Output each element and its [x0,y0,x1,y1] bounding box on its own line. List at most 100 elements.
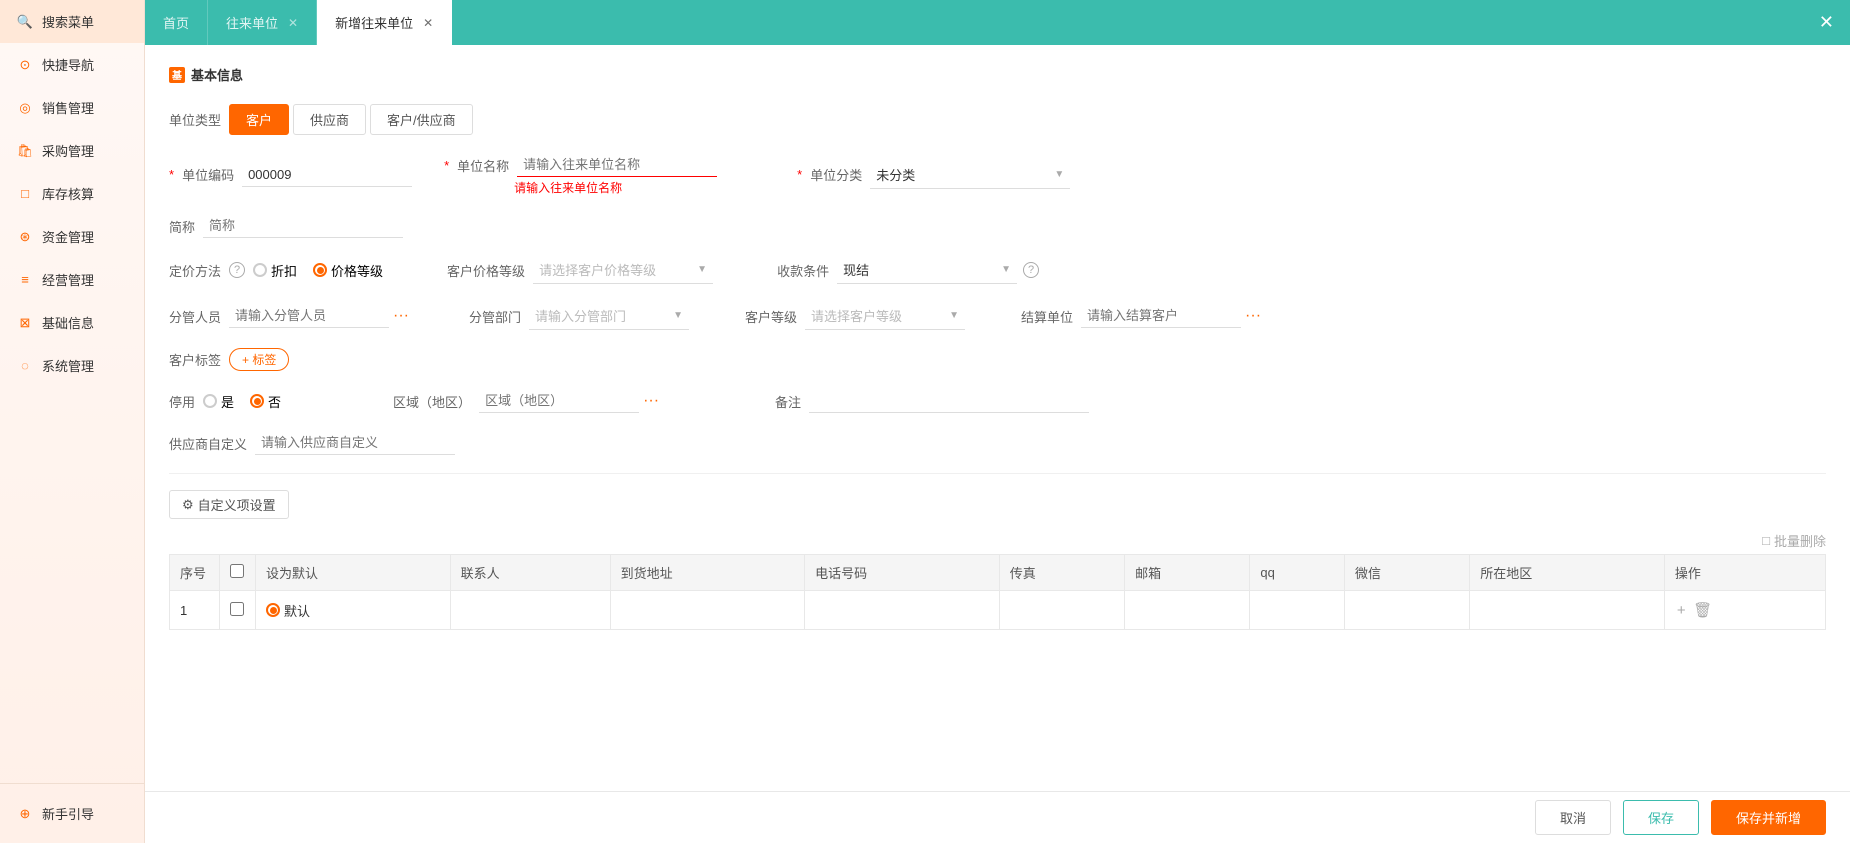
radio-disable-yes-outer [203,394,217,408]
tab-new-trade-unit-label: 新增往来单位 [335,13,413,32]
sidebar-item-quick-nav[interactable]: ⊙ 快捷导航 [0,43,144,86]
unit-cat-required: * [797,167,802,182]
manager-dots-btn[interactable]: ··· [389,307,413,325]
row-fax [999,591,1124,630]
row-add-btn[interactable]: + [1675,600,1688,621]
tags-field: 客户标签 + 标签 [169,348,289,371]
row-default-radio[interactable]: 默认 [266,601,440,620]
sidebar-item-search[interactable]: 🔍 搜索菜单 [0,0,144,43]
radio-grade[interactable]: 价格等级 [313,261,383,280]
pricing-method-tooltip-icon[interactable]: ? [229,262,245,278]
tab-home-label: 首页 [163,13,189,32]
sidebar-item-quicknav-label: 快捷导航 [42,55,94,74]
type-btn-both[interactable]: 客户/供应商 [370,104,473,135]
unit-name-input[interactable] [517,153,717,177]
unit-category-field: * 单位分类 未分类 ▼ [797,161,1070,189]
unit-code-input[interactable] [242,163,412,187]
sidebar-item-purchase[interactable]: 🛍 采购管理 [0,129,144,172]
remark-field: 备注 [775,389,1089,413]
custom-settings-btn[interactable]: ⚙ 自定义项设置 [169,490,289,519]
unit-type-label: 单位类型 [169,110,221,129]
tab-trade-units-label: 往来单位 [226,13,278,32]
sidebar-item-sys[interactable]: ◌ 系统管理 [0,344,144,387]
customer-level-field: 客户等级 请选择客户等级 ▼ [745,302,965,330]
th-contact: 联系人 [450,555,610,591]
manager-input[interactable] [229,304,389,328]
th-checkbox [220,555,256,591]
sidebar-item-basic[interactable]: ⊠ 基础信息 [0,301,144,344]
unit-category-select[interactable]: 未分类 ▼ [870,161,1070,189]
radio-disable-no-label: 否 [268,392,281,411]
radio-disable-no[interactable]: 否 [250,392,281,411]
remark-input[interactable] [809,389,1089,413]
unit-code-name-row: * 单位编码 * 单位名称 请输入往来单位名称 * 单位分类 未分类 ▼ [169,153,1826,196]
tabbar-close-all-btn[interactable]: ✕ [1803,0,1850,45]
row-checkbox-cell [220,591,256,630]
row-checkbox[interactable] [230,602,244,616]
customer-price-field: 客户价格等级 请选择客户价格等级 ▼ [447,256,713,284]
row-default-label: 默认 [284,601,310,620]
tab-trade-units[interactable]: 往来单位 ✕ [208,0,317,45]
type-btn-supplier[interactable]: 供应商 [293,104,366,135]
settlement-field: 结算单位 ··· [1021,304,1265,328]
unit-name-label: 单位名称 [457,156,509,175]
region-dots-btn[interactable]: ··· [639,392,663,410]
th-action: 操作 [1664,555,1825,591]
unit-category-label: 单位分类 [810,165,862,184]
dept-select[interactable]: 请输入分管部门 ▼ [529,302,689,330]
save-new-button[interactable]: 保存并新增 [1711,800,1826,835]
tab-new-trade-unit[interactable]: 新增往来单位 ✕ [317,0,452,45]
select-all-checkbox[interactable] [230,564,244,578]
save-button[interactable]: 保存 [1623,800,1699,835]
contacts-table: 序号 设为默认 联系人 到货地址 电话号码 传真 邮箱 qq 微信 所在地区 操… [169,554,1826,630]
table-header-row: 序号 设为默认 联系人 到货地址 电话号码 传真 邮箱 qq 微信 所在地区 操… [170,555,1826,591]
cancel-button[interactable]: 取消 [1535,800,1611,835]
customer-price-label: 客户价格等级 [447,261,525,280]
dept-field: 分管部门 请输入分管部门 ▼ [469,302,689,330]
row-seq: 1 [170,591,220,630]
tags-row: 客户标签 + 标签 [169,348,1826,371]
th-seq: 序号 [170,555,220,591]
radio-discount[interactable]: 折扣 [253,261,297,280]
tab-home[interactable]: 首页 [145,0,208,45]
th-phone: 电话号码 [805,555,1000,591]
sidebar-item-finance[interactable]: ⊛ 资金管理 [0,215,144,258]
sidebar-item-inventory[interactable]: □ 库存核算 [0,172,144,215]
batch-delete-area: □ 批量删除 [169,531,1826,550]
tab-new-trade-unit-close[interactable]: ✕ [423,16,433,30]
unit-type-row: 单位类型 客户 供应商 客户/供应商 [169,104,1826,135]
custom-settings-label: 自定义项设置 [198,495,276,514]
payment-terms-tooltip-icon[interactable]: ? [1023,262,1039,278]
abbr-label: 简称 [169,217,195,236]
settlement-input[interactable] [1081,304,1241,328]
radio-disable-yes-label: 是 [221,392,234,411]
settlement-dots-btn[interactable]: ··· [1241,307,1265,325]
row-default-radio-outer [266,603,280,617]
radio-disable-yes[interactable]: 是 [203,392,234,411]
region-input[interactable] [479,389,639,413]
sidebar-item-search-label: 搜索菜单 [42,12,94,31]
radio-grade-inner [317,267,324,274]
sidebar-item-ops[interactable]: ≡ 经营管理 [0,258,144,301]
batch-delete-label[interactable]: 批量删除 [1774,531,1826,550]
customer-level-select[interactable]: 请选择客户等级 ▼ [805,302,965,330]
row-wechat [1344,591,1469,630]
customer-price-select[interactable]: 请选择客户价格等级 ▼ [533,256,713,284]
inventory-icon: □ [16,185,34,203]
row-region [1470,591,1665,630]
tab-trade-units-close[interactable]: ✕ [288,16,298,30]
disable-radio-group: 是 否 [203,392,281,411]
sidebar-item-sales[interactable]: ◎ 销售管理 [0,86,144,129]
payment-terms-select[interactable]: 现结 ▼ [837,256,1017,284]
row-delete-btn[interactable]: 🗑 [1691,599,1714,621]
sidebar-item-guide[interactable]: ⊕ 新手引导 [0,792,144,835]
sidebar-item-purchase-label: 采购管理 [42,141,94,160]
customer-price-chevron-icon: ▼ [697,264,707,275]
row-action: + 🗑 [1664,591,1825,630]
supplier-custom-input[interactable] [255,431,455,455]
dept-chevron-icon: ▼ [673,310,683,321]
type-btn-customer[interactable]: 客户 [229,104,289,135]
add-tag-btn[interactable]: + 标签 [229,348,289,371]
abbr-input[interactable] [203,214,403,238]
tabbar: 首页 往来单位 ✕ 新增往来单位 ✕ ✕ [145,0,1850,45]
